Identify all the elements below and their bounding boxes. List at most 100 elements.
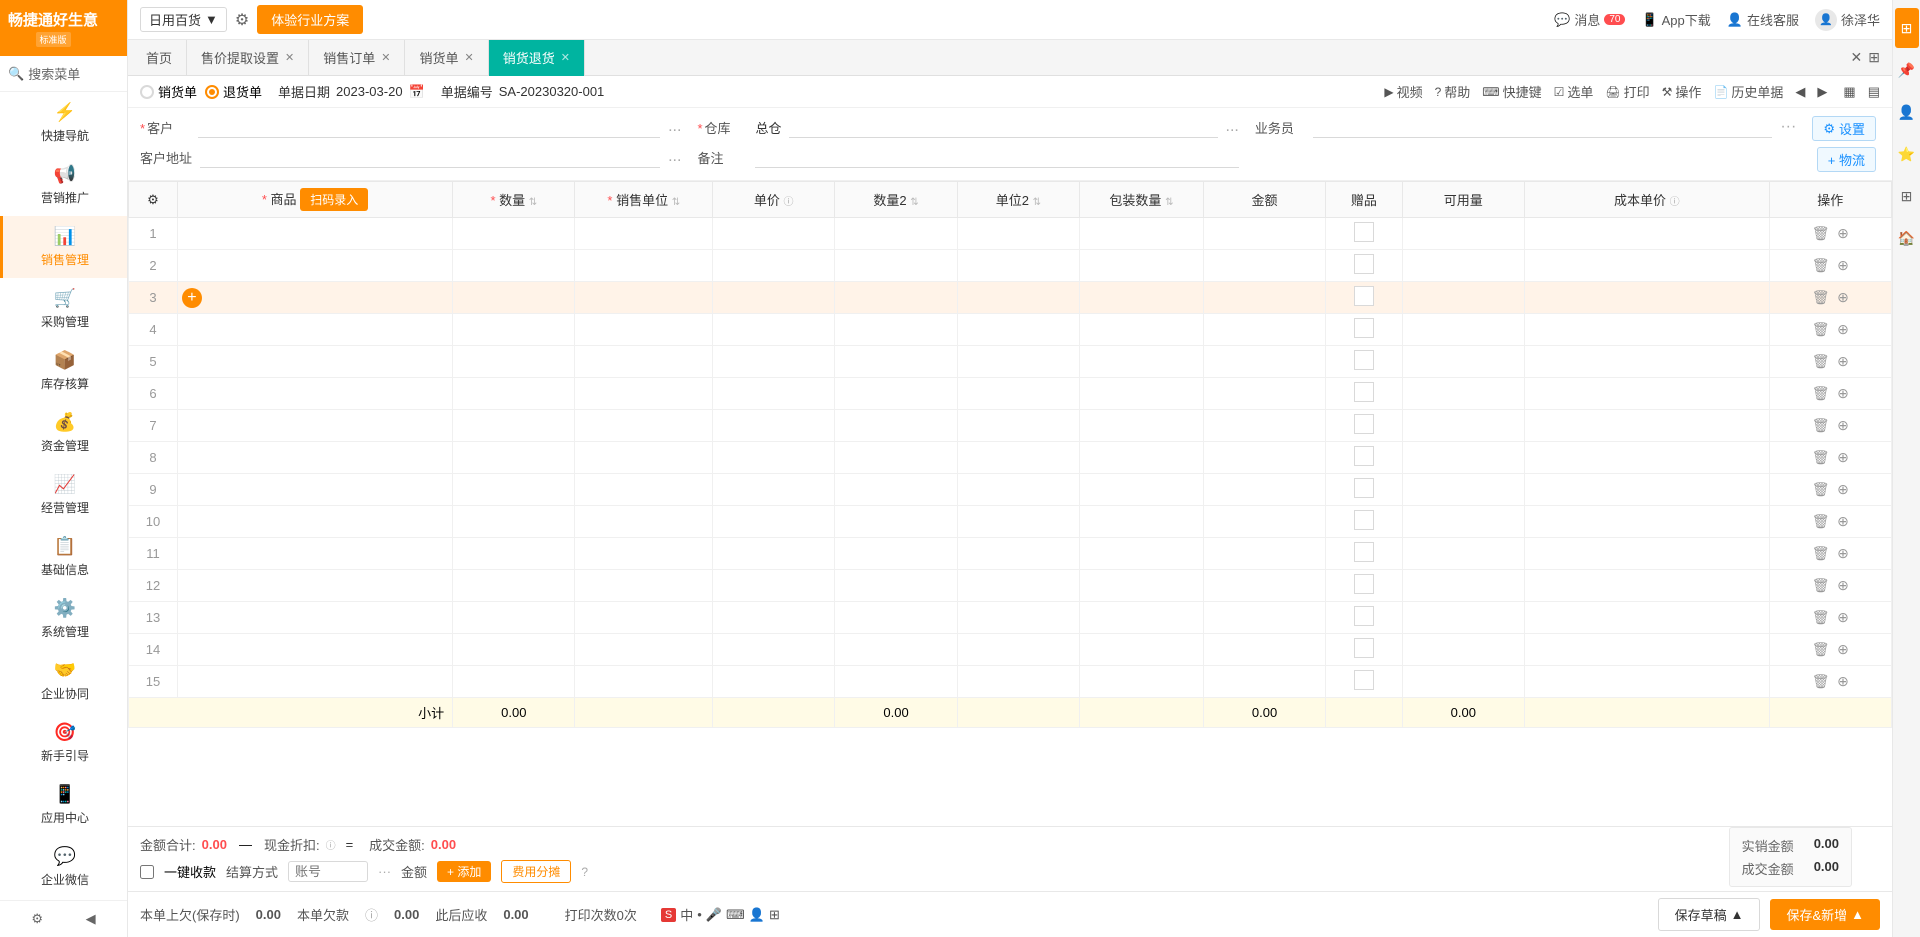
split-btn[interactable]: 费用分摊 [501, 860, 571, 883]
row-14-qty2[interactable] [835, 634, 957, 666]
row-1-qty2[interactable] [835, 218, 957, 250]
row-9-qty2[interactable] [835, 474, 957, 506]
row-13-cost[interactable] [1524, 602, 1769, 634]
sidebar-item-marketing[interactable]: 📢 营销推广 [0, 154, 127, 216]
right-panel-btn-4[interactable]: ⭐ [1895, 134, 1919, 174]
row-7-available[interactable] [1402, 410, 1524, 442]
sidebar-item-system[interactable]: ⚙️ 系统管理 [0, 588, 127, 650]
row-15-gift[interactable] [1326, 666, 1402, 698]
row-6-price[interactable] [713, 378, 835, 410]
row-14-product[interactable] [177, 634, 452, 666]
row-7-unit[interactable] [575, 410, 713, 442]
gift-checkbox-9[interactable] [1354, 478, 1374, 498]
row-6-qty[interactable] [453, 378, 575, 410]
radio-return[interactable]: 退货单 [205, 82, 262, 101]
row-1-unit2[interactable] [957, 218, 1079, 250]
row-11-price[interactable] [713, 538, 835, 570]
row-10-product[interactable] [177, 506, 452, 538]
row-8-qty[interactable] [453, 442, 575, 474]
row-3-unit[interactable] [575, 282, 713, 314]
row-13-available[interactable] [1402, 602, 1524, 634]
row-11-delete-icon[interactable]: 🗑 [1812, 545, 1830, 561]
row-9-delete-icon[interactable]: 🗑 [1812, 481, 1830, 497]
sidebar-item-appstore[interactable]: 📱 应用中心 [0, 774, 127, 836]
sidebar-item-enterprise[interactable]: 🤝 企业协同 [0, 650, 127, 712]
row-9-product[interactable] [177, 474, 452, 506]
sidebar-item-guide[interactable]: 🎯 新手引导 [0, 712, 127, 774]
row-11-cost[interactable] [1524, 538, 1769, 570]
row-15-qty2[interactable] [835, 666, 957, 698]
industry-select[interactable]: 日用百货 ▼ [140, 7, 227, 32]
customer-more-icon[interactable]: ... [668, 118, 681, 136]
sidebar-item-finance[interactable]: 💰 资金管理 [0, 402, 127, 464]
col-unit2-sort[interactable]: ⇅ [1033, 197, 1041, 208]
row-7-pack[interactable] [1080, 410, 1204, 442]
app-download-btn[interactable]: 📱 App下载 [1641, 10, 1710, 29]
sidebar-item-wechat[interactable]: 💬 企业微信 [0, 836, 127, 898]
row-12-price[interactable] [713, 570, 835, 602]
row-10-price[interactable] [713, 506, 835, 538]
row-6-gift[interactable] [1326, 378, 1402, 410]
row-9-qty[interactable] [453, 474, 575, 506]
tab-sales-order-close[interactable]: ✕ [381, 51, 390, 64]
row-6-amount[interactable] [1203, 378, 1325, 410]
row-4-price[interactable] [713, 314, 835, 346]
toolbar-operations-btn[interactable]: ⚒ 操作 [1662, 82, 1702, 101]
toolbar-help-btn[interactable]: ? 帮助 [1435, 82, 1471, 101]
warehouse-input[interactable] [789, 116, 1217, 138]
row-1-unit[interactable] [575, 218, 713, 250]
row-11-unit[interactable] [575, 538, 713, 570]
row-12-available[interactable] [1402, 570, 1524, 602]
row-10-cost[interactable] [1524, 506, 1769, 538]
row-2-qty2[interactable] [835, 250, 957, 282]
row-9-unit2[interactable] [957, 474, 1079, 506]
row-11-copy-icon[interactable]: ⊕ [1837, 545, 1849, 561]
row-2-gift[interactable] [1326, 250, 1402, 282]
topbar-gear-icon[interactable]: ⚙ [235, 10, 249, 30]
row-14-price[interactable] [713, 634, 835, 666]
row-12-pack[interactable] [1080, 570, 1204, 602]
row-1-cost[interactable] [1524, 218, 1769, 250]
gift-checkbox-4[interactable] [1354, 318, 1374, 338]
row-14-unit[interactable] [575, 634, 713, 666]
row-10-amount[interactable] [1203, 506, 1325, 538]
row-15-price[interactable] [713, 666, 835, 698]
add-payment-btn[interactable]: + 添加 [437, 861, 491, 882]
row-5-unit[interactable] [575, 346, 713, 378]
row-13-unit2[interactable] [957, 602, 1079, 634]
row-4-qty[interactable] [453, 314, 575, 346]
sidebar-item-purchase[interactable]: 🛒 采购管理 [0, 278, 127, 340]
row-9-copy-icon[interactable]: ⊕ [1837, 481, 1849, 497]
logistics-btn[interactable]: + 物流 [1817, 147, 1876, 172]
row-7-copy-icon[interactable]: ⊕ [1837, 417, 1849, 433]
row-5-copy-icon[interactable]: ⊕ [1837, 353, 1849, 369]
toolbar-select-btn[interactable]: ☑ 选单 [1554, 82, 1594, 101]
row-8-delete-icon[interactable]: 🗑 [1812, 449, 1830, 465]
search-menu[interactable]: 🔍 搜索菜单 [0, 56, 127, 92]
row-5-pack[interactable] [1080, 346, 1204, 378]
row-7-amount[interactable] [1203, 410, 1325, 442]
row-2-amount[interactable] [1203, 250, 1325, 282]
row-15-unit2[interactable] [957, 666, 1079, 698]
row-8-amount[interactable] [1203, 442, 1325, 474]
row-14-qty[interactable] [453, 634, 575, 666]
row-8-copy-icon[interactable]: ⊕ [1837, 449, 1849, 465]
row-2-product[interactable] [177, 250, 452, 282]
tab-price-settings-close[interactable]: ✕ [285, 51, 294, 64]
row-4-delete-icon[interactable]: 🗑 [1812, 321, 1830, 337]
address-more-icon[interactable]: ... [668, 148, 681, 166]
salesperson-more-icon[interactable]: ··· [1780, 118, 1796, 136]
row-1-copy-icon[interactable]: ⊕ [1837, 225, 1849, 241]
salesperson-input[interactable] [1313, 116, 1772, 138]
row-14-unit2[interactable] [957, 634, 1079, 666]
sidebar-item-quick-nav[interactable]: ⚡ 快捷导航 [0, 92, 127, 154]
row-4-copy-icon[interactable]: ⊕ [1837, 321, 1849, 337]
history-prev-icon[interactable]: ◀ [1795, 84, 1805, 100]
row-1-pack[interactable] [1080, 218, 1204, 250]
col-unit-sort[interactable]: ⇅ [672, 197, 680, 208]
gift-checkbox-3[interactable] [1354, 286, 1374, 306]
row-6-cost[interactable] [1524, 378, 1769, 410]
account-input[interactable] [288, 861, 368, 882]
tabs-close-all-icon[interactable]: ✕ [1851, 49, 1863, 66]
row-8-price[interactable] [713, 442, 835, 474]
